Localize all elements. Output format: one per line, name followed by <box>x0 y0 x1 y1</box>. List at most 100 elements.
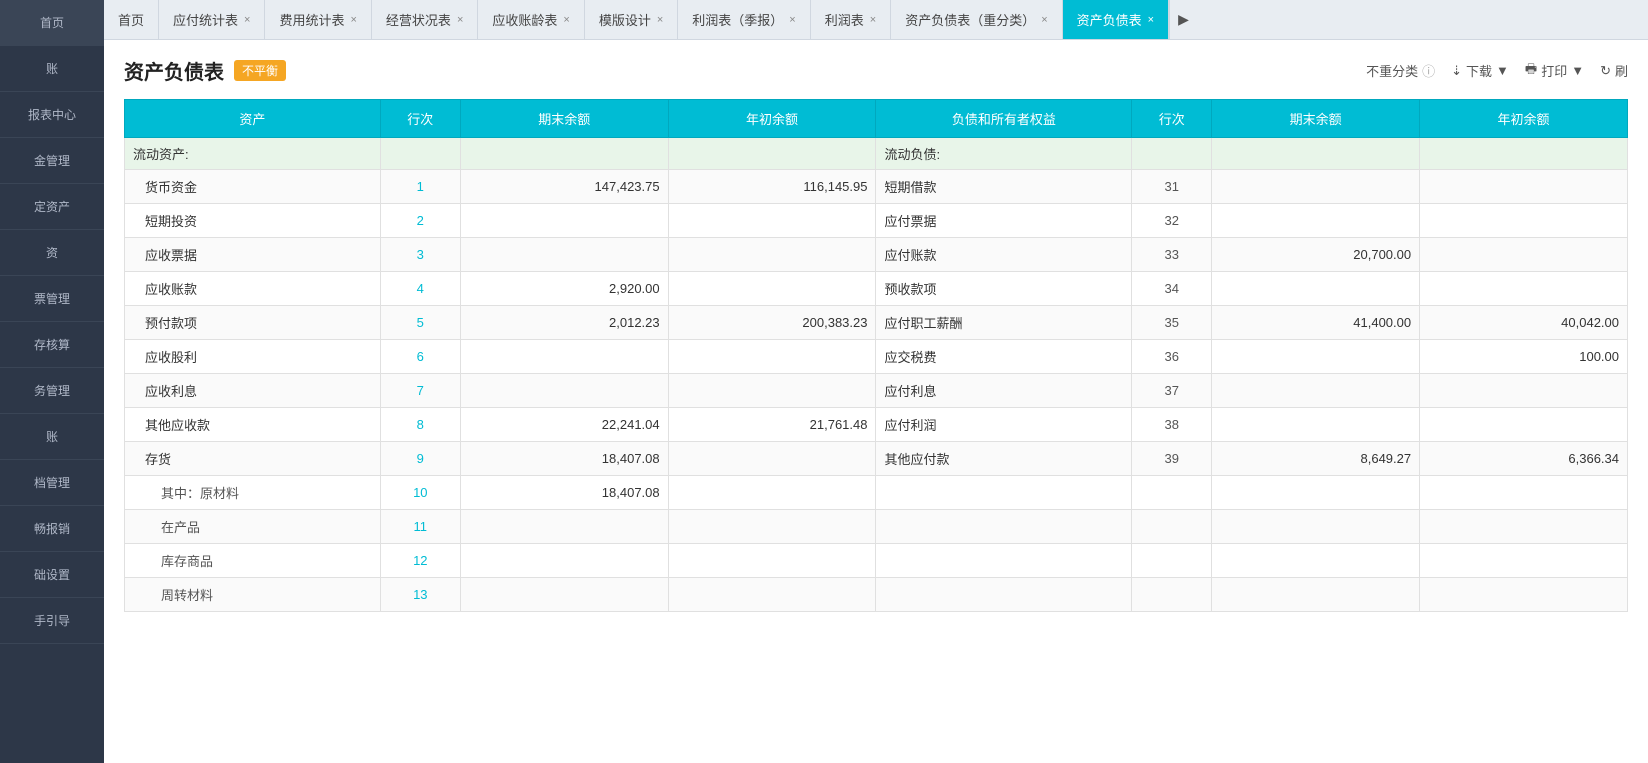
tab-scroll-arrow[interactable]: ▶ <box>1169 0 1197 40</box>
end-balance <box>460 374 668 408</box>
section-current-assets: 流动资产: 流动负债: <box>125 138 1628 170</box>
liability-year-begin: 6,366.34 <box>1420 442 1628 476</box>
liability-end-balance <box>1212 408 1420 442</box>
table-row: 存货918,407.08其他应付款398,649.276,366.34 <box>125 442 1628 476</box>
tab-payable-stats[interactable]: 应付统计表 × <box>159 0 265 40</box>
download-button[interactable]: ⇣ 下载 ▼ <box>1451 61 1509 80</box>
row-number: 7 <box>380 374 460 408</box>
year-begin <box>668 544 876 578</box>
tab-close-expense-stats[interactable]: × <box>350 14 356 26</box>
balance-sheet-table: 资产 行次 期末余额 年初余额 负债和所有者权益 行次 期末余额 年初余额 流动… <box>124 99 1628 612</box>
liability-row-number: 39 <box>1132 442 1212 476</box>
liability-row-number: 38 <box>1132 408 1212 442</box>
tab-close-profit-quarterly[interactable]: × <box>789 14 795 26</box>
liability-name <box>876 476 1132 510</box>
end-balance: 22,241.04 <box>460 408 668 442</box>
asset-name: 应收票据 <box>125 238 381 272</box>
sidebar-item-guide[interactable]: 手引导 <box>0 598 104 644</box>
sidebar-item-settings[interactable]: 础设置 <box>0 552 104 598</box>
table-row: 其中：原材料1018,407.08 <box>125 476 1628 510</box>
tab-close-receivable-aging[interactable]: × <box>563 14 569 26</box>
sidebar-item-inventory[interactable]: 存核算 <box>0 322 104 368</box>
tab-close-operations[interactable]: × <box>457 14 463 26</box>
tab-expense-stats[interactable]: 费用统计表 × <box>265 0 371 40</box>
main-area: 首页 应付统计表 × 费用统计表 × 经营状况表 × 应收账龄表 × 模版设计 … <box>104 0 1648 763</box>
sidebar-item-account[interactable]: 账 <box>0 46 104 92</box>
year-begin <box>668 340 876 374</box>
sidebar-item-expense[interactable]: 畅报销 <box>0 506 104 552</box>
tab-home[interactable]: 首页 <box>104 0 159 40</box>
liability-row-number: 31 <box>1132 170 1212 204</box>
liability-end-balance <box>1212 476 1420 510</box>
tab-close-profit[interactable]: × <box>870 14 876 26</box>
sidebar-item-fixed-assets[interactable]: 定资产 <box>0 184 104 230</box>
row-number: 13 <box>380 578 460 612</box>
tab-template-design[interactable]: 模版设计 × <box>585 0 678 40</box>
sidebar-item-home[interactable]: 首页 <box>0 0 104 46</box>
liability-year-begin <box>1420 170 1628 204</box>
tab-profit[interactable]: 利润表 × <box>811 0 891 40</box>
row-number: 6 <box>380 340 460 374</box>
liability-end-balance <box>1212 510 1420 544</box>
liability-year-begin <box>1420 272 1628 306</box>
liability-row-number <box>1132 476 1212 510</box>
table-row: 应收利息7应付利息37 <box>125 374 1628 408</box>
asset-name: 应收利息 <box>125 374 381 408</box>
liability-name <box>876 544 1132 578</box>
year-begin <box>668 510 876 544</box>
asset-name: 货币资金 <box>125 170 381 204</box>
page-header: 资产负债表 不平衡 不重分类 ⓘ ⇣ 下载 ▼ 🖶 打印 ▼ <box>124 56 1628 85</box>
tab-profit-quarterly[interactable]: 利润表（季报） × <box>678 0 810 40</box>
header-row-num2: 行次 <box>1132 100 1212 138</box>
sidebar-item-archive-mgmt[interactable]: 档管理 <box>0 460 104 506</box>
year-begin: 21,761.48 <box>668 408 876 442</box>
table-row: 应收票据3应付账款3320,700.00 <box>125 238 1628 272</box>
liability-name: 应交税费 <box>876 340 1132 374</box>
row-number: 12 <box>380 544 460 578</box>
asset-name: 预付款项 <box>125 306 381 340</box>
year-begin <box>668 374 876 408</box>
tab-receivable-aging[interactable]: 应收账龄表 × <box>478 0 584 40</box>
liability-end-balance <box>1212 272 1420 306</box>
sidebar-item-capital[interactable]: 资 <box>0 230 104 276</box>
liability-year-begin <box>1420 510 1628 544</box>
asset-name: 应收股利 <box>125 340 381 374</box>
header-row-num: 行次 <box>380 100 460 138</box>
row-number: 3 <box>380 238 460 272</box>
sidebar-item-book[interactable]: 账 <box>0 414 104 460</box>
end-balance <box>460 340 668 374</box>
sidebar-item-report-center[interactable]: 报表中心 <box>0 92 104 138</box>
table-row: 货币资金1147,423.75116,145.95短期借款31 <box>125 170 1628 204</box>
tab-close-balance-reclassify[interactable]: × <box>1041 14 1047 26</box>
sidebar-item-fund-mgmt[interactable]: 金管理 <box>0 138 104 184</box>
tab-balance[interactable]: 资产负债表 × <box>1063 0 1169 40</box>
header-year-begin: 年初余额 <box>668 100 876 138</box>
print-button[interactable]: 🖶 打印 ▼ <box>1525 60 1584 82</box>
tab-operations[interactable]: 经营状况表 × <box>372 0 478 40</box>
tab-balance-reclassify[interactable]: 资产负债表（重分类） × <box>891 0 1062 40</box>
row-number: 5 <box>380 306 460 340</box>
refresh-button[interactable]: ↻ 刷 <box>1600 61 1628 80</box>
page-title-area: 资产负债表 不平衡 <box>124 56 286 85</box>
row-number: 8 <box>380 408 460 442</box>
tab-close-payable-stats[interactable]: × <box>244 14 250 26</box>
tab-close-balance[interactable]: × <box>1148 14 1154 26</box>
row-number: 9 <box>380 442 460 476</box>
tab-close-template-design[interactable]: × <box>657 14 663 26</box>
liability-end-balance <box>1212 544 1420 578</box>
liability-year-begin <box>1420 374 1628 408</box>
asset-name: 库存商品 <box>125 544 381 578</box>
download-chevron-icon: ▼ <box>1496 63 1509 78</box>
liability-end-balance <box>1212 170 1420 204</box>
liability-end-balance <box>1212 374 1420 408</box>
liability-name: 应付票据 <box>876 204 1132 238</box>
liability-name <box>876 510 1132 544</box>
asset-name: 周转材料 <box>125 578 381 612</box>
liability-name: 短期借款 <box>876 170 1132 204</box>
liability-end-balance: 20,700.00 <box>1212 238 1420 272</box>
sidebar-item-affairs-mgmt[interactable]: 务管理 <box>0 368 104 414</box>
sidebar-item-ticket-mgmt[interactable]: 票管理 <box>0 276 104 322</box>
help-icon[interactable]: ⓘ <box>1422 61 1435 80</box>
end-balance: 2,012.23 <box>460 306 668 340</box>
liability-end-balance: 8,649.27 <box>1212 442 1420 476</box>
